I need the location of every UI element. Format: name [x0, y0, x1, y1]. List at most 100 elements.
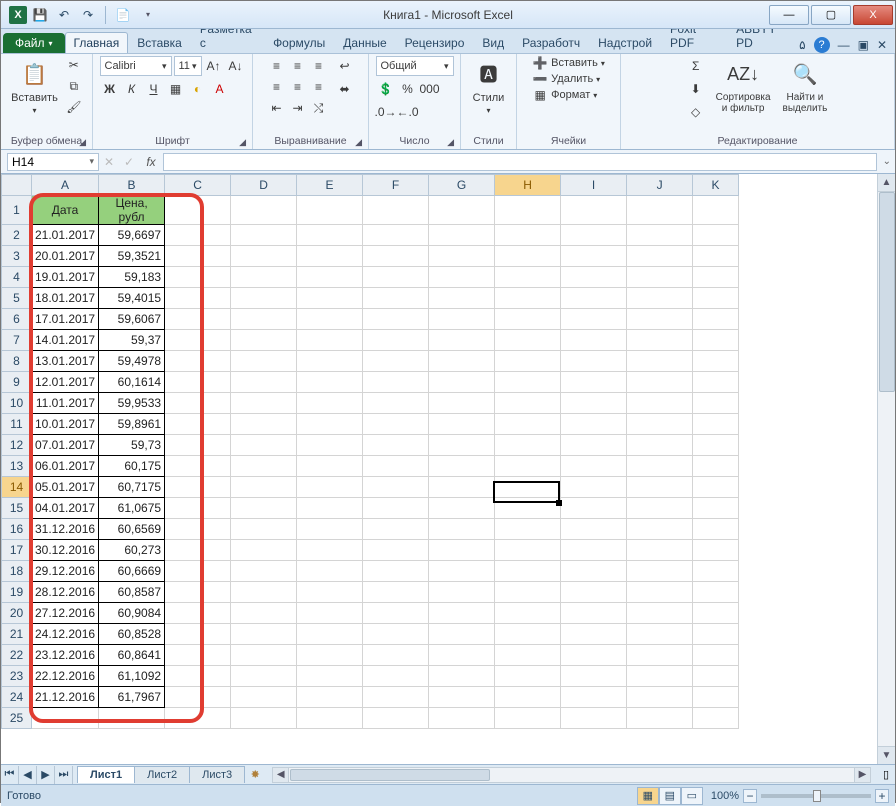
- cell[interactable]: [429, 351, 495, 372]
- number-launcher-icon[interactable]: ◢: [447, 137, 454, 148]
- zoom-slider[interactable]: [761, 794, 871, 798]
- row-header[interactable]: 18: [2, 561, 32, 582]
- sheet-tab[interactable]: Лист2: [134, 766, 190, 783]
- cell[interactable]: 21.01.2017: [32, 225, 99, 246]
- row-header[interactable]: 7: [2, 330, 32, 351]
- cell[interactable]: [429, 225, 495, 246]
- cell[interactable]: [627, 435, 693, 456]
- cell[interactable]: [693, 246, 739, 267]
- cell[interactable]: [165, 196, 231, 225]
- cell[interactable]: [363, 435, 429, 456]
- tab-разработч[interactable]: Разработч: [513, 32, 589, 53]
- cell[interactable]: [627, 603, 693, 624]
- cell[interactable]: [297, 645, 363, 666]
- cell[interactable]: 61,0675: [99, 498, 165, 519]
- cell[interactable]: [561, 372, 627, 393]
- cell[interactable]: 60,8528: [99, 624, 165, 645]
- cell[interactable]: [429, 372, 495, 393]
- tab-вид[interactable]: Вид: [473, 32, 513, 53]
- cell[interactable]: [297, 330, 363, 351]
- tab-рецензиро[interactable]: Рецензиро: [396, 32, 474, 53]
- row-header[interactable]: 23: [2, 666, 32, 687]
- scroll-up-icon[interactable]: ▲: [878, 174, 895, 192]
- cell[interactable]: [693, 540, 739, 561]
- paste-button[interactable]: 📋 Вставить ▾: [9, 56, 60, 117]
- cell[interactable]: 23.12.2016: [32, 645, 99, 666]
- cell[interactable]: 59,9533: [99, 393, 165, 414]
- cell[interactable]: 13.01.2017: [32, 351, 99, 372]
- sheet-nav-first-icon[interactable]: ⏮: [1, 766, 19, 784]
- cell[interactable]: [165, 372, 231, 393]
- cell[interactable]: [495, 519, 561, 540]
- number-format-combo[interactable]: Общий▾: [376, 56, 454, 76]
- sort-filter-button[interactable]: AZ↓ Сортировка и фильтр: [714, 56, 773, 116]
- cell[interactable]: [561, 540, 627, 561]
- cell[interactable]: [429, 288, 495, 309]
- copy-icon[interactable]: ⧉: [64, 77, 84, 95]
- vscroll-thumb[interactable]: [879, 192, 895, 392]
- cell[interactable]: [165, 351, 231, 372]
- doc-restore-icon[interactable]: ▣: [858, 38, 869, 52]
- cell[interactable]: [165, 603, 231, 624]
- cell[interactable]: [495, 435, 561, 456]
- row-header[interactable]: 24: [2, 687, 32, 708]
- cell[interactable]: 31.12.2016: [32, 519, 99, 540]
- sheet-nav-last-icon[interactable]: ⏭: [55, 766, 73, 784]
- font-name-combo[interactable]: Calibri▾: [100, 56, 172, 76]
- cell[interactable]: 20.01.2017: [32, 246, 99, 267]
- cell[interactable]: 59,183: [99, 267, 165, 288]
- cell[interactable]: [429, 519, 495, 540]
- cell[interactable]: [165, 435, 231, 456]
- row-header[interactable]: 8: [2, 351, 32, 372]
- cell[interactable]: [363, 561, 429, 582]
- scroll-left-icon[interactable]: ◀: [273, 768, 289, 782]
- cell[interactable]: [495, 645, 561, 666]
- cell[interactable]: [561, 456, 627, 477]
- cell[interactable]: [165, 582, 231, 603]
- cell[interactable]: [495, 708, 561, 729]
- cell[interactable]: [231, 708, 297, 729]
- col-header-A[interactable]: A: [32, 175, 99, 196]
- increase-font-icon[interactable]: A↑: [204, 56, 224, 76]
- cell[interactable]: [165, 309, 231, 330]
- indent-increase-icon[interactable]: ⇥: [288, 98, 308, 118]
- cell[interactable]: [165, 498, 231, 519]
- save-icon[interactable]: 💾: [31, 6, 49, 24]
- autosum-icon[interactable]: Σ: [686, 56, 706, 76]
- row-header[interactable]: 19: [2, 582, 32, 603]
- cell[interactable]: [693, 435, 739, 456]
- cell[interactable]: [429, 456, 495, 477]
- cell[interactable]: [561, 267, 627, 288]
- cell[interactable]: [561, 498, 627, 519]
- cell[interactable]: [231, 196, 297, 225]
- cell[interactable]: [231, 288, 297, 309]
- cell[interactable]: [693, 561, 739, 582]
- cell[interactable]: [693, 498, 739, 519]
- cell[interactable]: [297, 498, 363, 519]
- cell[interactable]: [693, 666, 739, 687]
- cell[interactable]: [231, 561, 297, 582]
- doc-minimize-icon[interactable]: —: [838, 38, 850, 52]
- cell[interactable]: [165, 330, 231, 351]
- cell[interactable]: [231, 414, 297, 435]
- cell[interactable]: [693, 225, 739, 246]
- cell[interactable]: 27.12.2016: [32, 603, 99, 624]
- cell[interactable]: [363, 372, 429, 393]
- cell[interactable]: [627, 708, 693, 729]
- cell[interactable]: [627, 414, 693, 435]
- cell[interactable]: [561, 288, 627, 309]
- row-header[interactable]: 9: [2, 372, 32, 393]
- cell[interactable]: 59,37: [99, 330, 165, 351]
- cell[interactable]: 59,4978: [99, 351, 165, 372]
- cell[interactable]: [363, 687, 429, 708]
- cell[interactable]: [495, 225, 561, 246]
- cell[interactable]: 60,7175: [99, 477, 165, 498]
- tab-file[interactable]: Файл▾: [3, 33, 65, 53]
- cell[interactable]: [231, 666, 297, 687]
- cell[interactable]: [561, 393, 627, 414]
- format-cells-button[interactable]: ▦Формат▾: [532, 88, 605, 102]
- cell[interactable]: [297, 477, 363, 498]
- cell[interactable]: [363, 666, 429, 687]
- cell[interactable]: [627, 393, 693, 414]
- cell[interactable]: [693, 267, 739, 288]
